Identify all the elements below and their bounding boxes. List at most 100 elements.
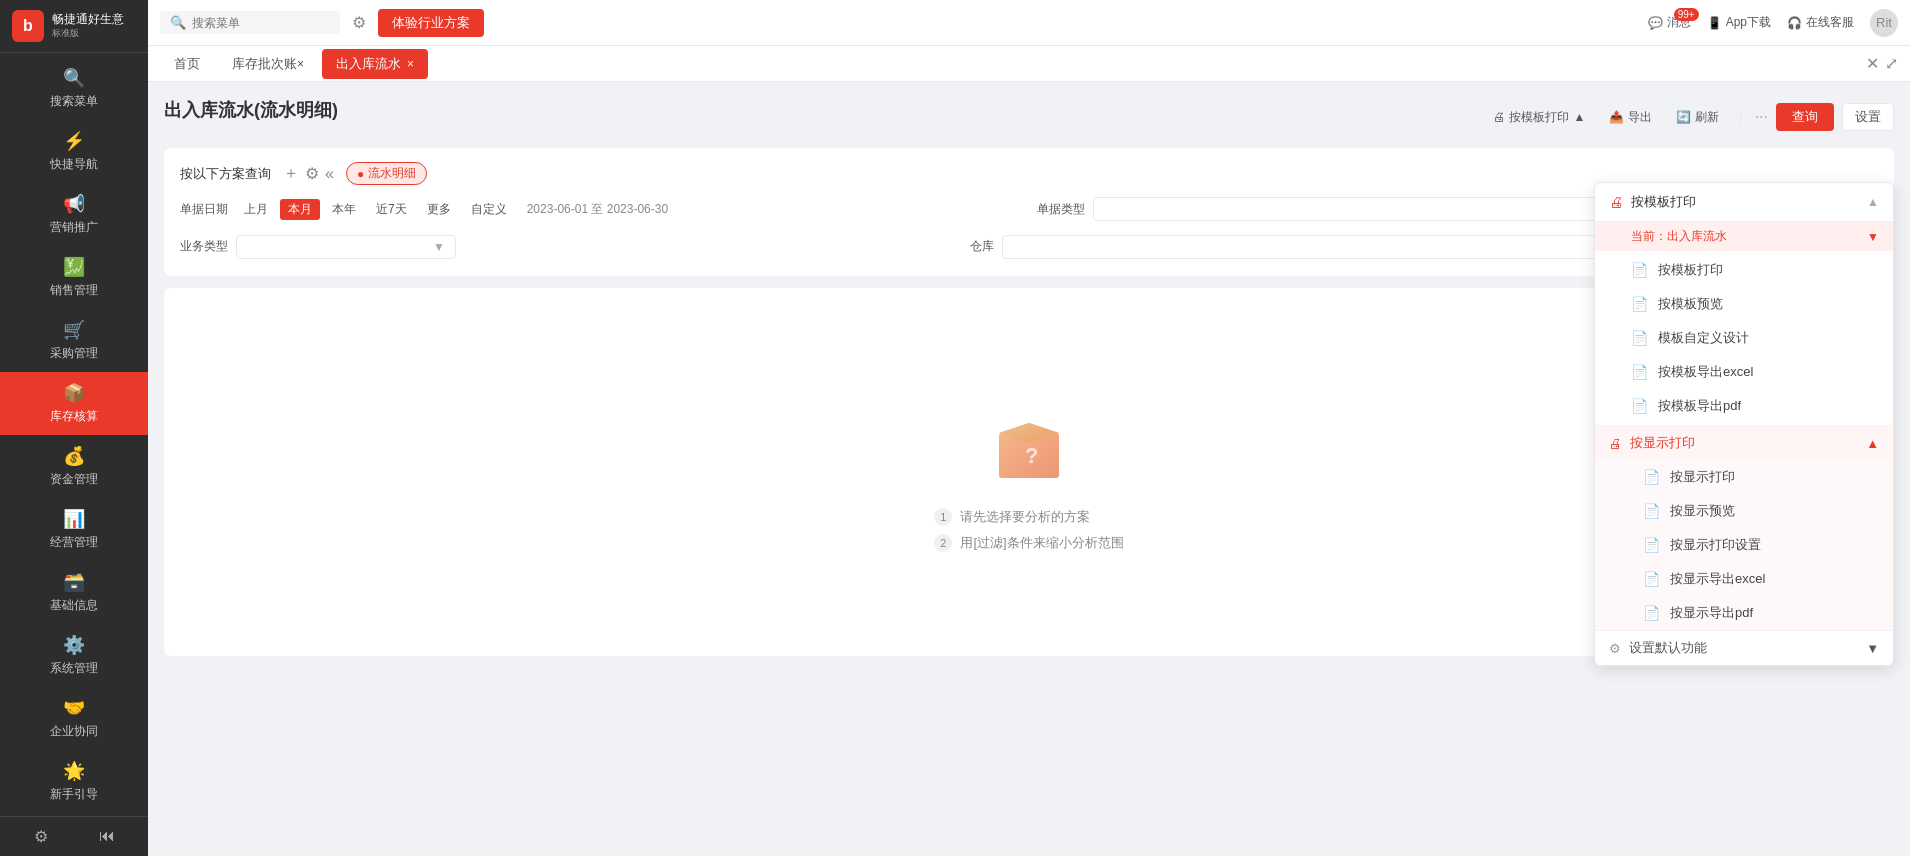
avatar-text: Rit [1876, 15, 1892, 30]
headset-icon: 🎧 [1787, 16, 1802, 30]
page-toolbar: 🖨 按模板打印 ▲ 📤 导出 🔄 刷新 | ··· 查询 设置 [1485, 103, 1894, 131]
date-shortcut-上月[interactable]: 上月 [236, 199, 276, 220]
gear-icon[interactable]: ⚙ [352, 13, 366, 32]
sidebar-footer: ⚙ ⏮ [0, 816, 148, 856]
app-icon: 📱 [1707, 16, 1722, 30]
maximize-icon[interactable]: ⤢ [1885, 54, 1898, 73]
date-shortcut-近7天[interactable]: 近7天 [368, 199, 415, 220]
collapse-icon[interactable]: ⏮ [99, 827, 115, 846]
message-icon: 💬 [1648, 16, 1663, 30]
tab-首页[interactable]: 首页 [160, 49, 214, 79]
dp-section-header[interactable]: 🖨 按显示打印 ▲ [1595, 426, 1893, 460]
sidebar-item-企业协同[interactable]: 🤝企业协同 [0, 687, 148, 750]
sidebar-item-经营管理[interactable]: 📊经营管理 [0, 498, 148, 561]
tab-close-icon[interactable]: × [297, 57, 304, 71]
sidebar-item-资金管理[interactable]: 💰资金管理 [0, 435, 148, 498]
sidebar-item-搜索菜单[interactable]: 🔍搜索菜单 [0, 57, 148, 120]
step-1-num: 1 [934, 508, 952, 526]
sidebar-item-快捷导航[interactable]: ⚡快捷导航 [0, 120, 148, 183]
sidebar-item-系统管理[interactable]: ⚙️系统管理 [0, 624, 148, 687]
search-input[interactable] [192, 16, 312, 30]
message-btn[interactable]: 💬 消息 99+ [1648, 14, 1691, 31]
logo-icon: b [12, 10, 44, 42]
dp-section-item-按显示预览[interactable]: 📄按显示预览 [1595, 494, 1893, 528]
tab-bar: 首页库存批次账×出入库流水× ✕ ⤢ [148, 46, 1910, 82]
sidebar-nav: 🔍搜索菜单⚡快捷导航📢营销推广💹销售管理🛒采购管理📦库存核算💰资金管理📊经营管理… [0, 53, 148, 816]
biz-type-label: 业务类型 [180, 238, 228, 255]
main-content: 🔍 ⚙ 体验行业方案 💬 消息 99+ 📱 App下载 🎧 在线客服 Rit [148, 0, 1910, 856]
biz-type-filter-field: 业务类型 ▼ [180, 235, 954, 259]
sidebar: b 畅捷通好生意 标准版 🔍搜索菜单⚡快捷导航📢营销推广💹销售管理🛒采购管理📦库… [0, 0, 148, 856]
dp-item-按模板打印[interactable]: 📄按模板打印 [1595, 253, 1893, 287]
user-avatar[interactable]: Rit [1870, 9, 1898, 37]
filter-collapse-icon[interactable]: « [325, 165, 334, 183]
print-icon: 🖨 [1493, 110, 1505, 124]
topbar-right: 💬 消息 99+ 📱 App下载 🎧 在线客服 Rit [1648, 9, 1898, 37]
dp-section-item-按显示导出excel[interactable]: 📄按显示导出excel [1595, 562, 1893, 596]
dp-item-按模板导出excel[interactable]: 📄按模板导出excel [1595, 355, 1893, 389]
export-btn[interactable]: 📤 导出 [1601, 105, 1660, 130]
dp-header-chevron: ▲ [1867, 195, 1879, 209]
date-shortcut-自定义[interactable]: 自定义 [463, 199, 515, 220]
sidebar-item-销售管理[interactable]: 💹销售管理 [0, 246, 148, 309]
dp-section-item-按显示打印[interactable]: 📄按显示打印 [1595, 460, 1893, 494]
search-box: 🔍 [160, 11, 340, 34]
date-shortcut-本月[interactable]: 本月 [280, 199, 320, 220]
date-shortcut-本年[interactable]: 本年 [324, 199, 364, 220]
warehouse-label: 仓库 [970, 238, 994, 255]
chevron-down-icon2: ▼ [433, 240, 445, 254]
industry-btn[interactable]: 体验行业方案 [378, 9, 484, 37]
dp-footer[interactable]: ⚙ 设置默认功能 ▼ [1595, 630, 1893, 665]
empty-icon: ? [979, 388, 1079, 488]
more-actions-icon[interactable]: ··· [1755, 108, 1768, 126]
dp-section-item-按显示导出pdf[interactable]: 📄按显示导出pdf [1595, 596, 1893, 630]
sidebar-item-营销推广[interactable]: 📢营销推广 [0, 183, 148, 246]
print-template-icon: 🖨 [1609, 194, 1623, 210]
settings-icon[interactable]: ⚙ [34, 827, 48, 846]
dp-item-按模板预览[interactable]: 📄按模板预览 [1595, 287, 1893, 321]
settings-btn[interactable]: 设置 [1842, 103, 1894, 131]
sidebar-item-库存核算[interactable]: 📦库存核算 [0, 372, 148, 435]
minimize-icon[interactable]: ✕ [1866, 54, 1879, 73]
dp-section-sub: 📄按显示打印📄按显示预览📄按显示打印设置📄按显示导出excel📄按显示导出pdf [1595, 460, 1893, 630]
dp-current-chevron: ▼ [1867, 230, 1879, 244]
empty-step-2: 2 用[过滤]条件来缩小分析范围 [934, 530, 1123, 556]
logo-name: 畅捷通好生意 [52, 12, 124, 28]
logo-badge: 标准版 [52, 27, 124, 40]
refresh-icon: 🔄 [1676, 110, 1691, 124]
dp-header[interactable]: 🖨 按模板打印 ▲ [1595, 183, 1893, 222]
topbar: 🔍 ⚙ 体验行业方案 💬 消息 99+ 📱 App下载 🎧 在线客服 Rit [148, 0, 1910, 46]
dp-template-sub: 📄按模板打印📄按模板预览📄模板自定义设计📄按模板导出excel📄按模板导出pdf [1595, 251, 1893, 425]
sidebar-item-新手引导[interactable]: 🌟新手引导 [0, 750, 148, 813]
tab-库存批次账[interactable]: 库存批次账× [218, 49, 318, 79]
filter-add-icon[interactable]: ＋ [283, 163, 299, 184]
dp-item-按模板导出pdf[interactable]: 📄按模板导出pdf [1595, 389, 1893, 423]
app-download-btn[interactable]: 📱 App下载 [1707, 14, 1771, 31]
page-title: 出入库流水(流水明细) [164, 98, 338, 122]
dp-header-label: 🖨 按模板打印 [1609, 193, 1696, 211]
sidebar-logo: b 畅捷通好生意 标准版 [0, 0, 148, 53]
refresh-btn[interactable]: 🔄 刷新 [1668, 105, 1727, 130]
svg-text:?: ? [1025, 443, 1038, 468]
filter-tag-container: ● 流水明细 [346, 162, 427, 185]
display-print-icon: 🖨 [1609, 436, 1622, 451]
dp-item-模板自定义设计[interactable]: 📄模板自定义设计 [1595, 321, 1893, 355]
sidebar-item-采购管理[interactable]: 🛒采购管理 [0, 309, 148, 372]
filter-gear-icon[interactable]: ⚙ [305, 164, 319, 183]
date-shortcut-更多[interactable]: 更多 [419, 199, 459, 220]
query-btn[interactable]: 查询 [1776, 103, 1834, 131]
filter-tag-item[interactable]: ● 流水明细 [346, 162, 427, 185]
export-icon: 📤 [1609, 110, 1624, 124]
print-dropdown-panel: 🖨 按模板打印 ▲ 当前：出入库流水 ▼ 📄按模板打印📄按模板预览📄模板自定义设… [1594, 182, 1894, 666]
dp-current-item: 当前：出入库流水 ▼ [1595, 222, 1893, 251]
sidebar-item-基础信息[interactable]: 🗃️基础信息 [0, 561, 148, 624]
filter-label: 按以下方案查询 [180, 165, 271, 183]
tab-close-icon[interactable]: × [407, 57, 414, 71]
message-badge: 99+ [1674, 8, 1699, 21]
page-body: 出入库流水(流水明细) 🖨 按模板打印 ▲ 📤 导出 🔄 刷新 | ··· 查询 [148, 82, 1910, 856]
dp-section-item-按显示打印设置[interactable]: 📄按显示打印设置 [1595, 528, 1893, 562]
online-service-btn[interactable]: 🎧 在线客服 [1787, 14, 1854, 31]
biz-type-dropdown[interactable]: ▼ [236, 235, 456, 259]
tab-出入库流水[interactable]: 出入库流水× [322, 49, 428, 79]
print-template-btn[interactable]: 🖨 按模板打印 ▲ [1485, 105, 1593, 130]
